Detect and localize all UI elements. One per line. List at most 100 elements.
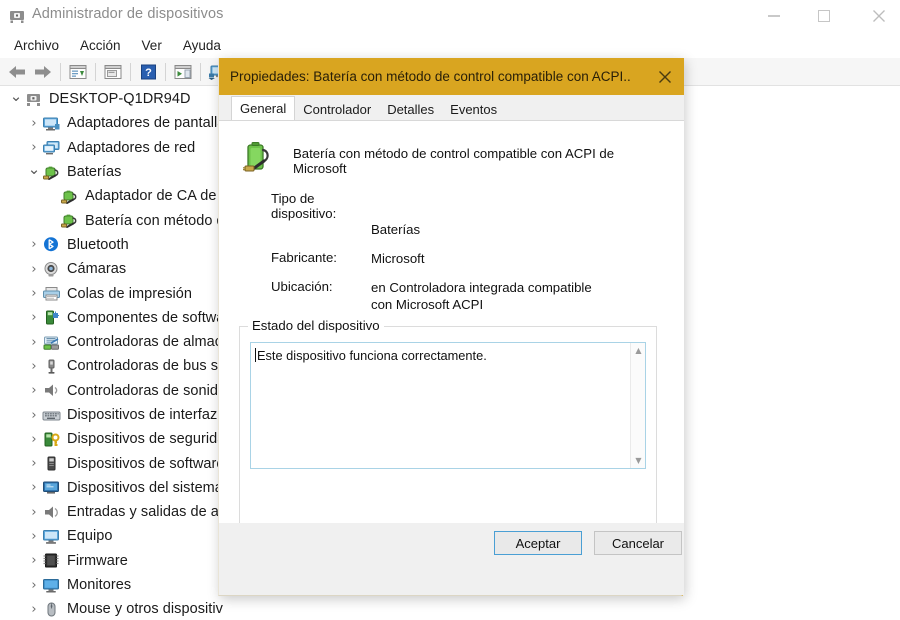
- tree-item-label: Baterías: [67, 164, 122, 181]
- info-value: en Controladora integrada compatible con…: [371, 280, 592, 312]
- battery-icon: [60, 212, 79, 229]
- tree-item-label: Firmware: [67, 552, 128, 569]
- chevron-right-icon[interactable]: ›: [26, 335, 42, 350]
- tree-item-label: Monitores: [67, 577, 132, 594]
- forward-arrow-icon: [35, 65, 51, 78]
- info-label: Ubicación:: [271, 279, 333, 294]
- chevron-right-icon[interactable]: ›: [26, 359, 42, 374]
- chevron-right-icon[interactable]: ›: [26, 140, 42, 155]
- tree-item-label: Batería con método d: [85, 212, 225, 229]
- show-hidden-devices-button[interactable]: [65, 60, 91, 84]
- properties-dialog: Propiedades: Batería con método de contr…: [218, 58, 684, 596]
- chevron-right-icon[interactable]: ›: [26, 456, 42, 471]
- chevron-right-icon[interactable]: ›: [26, 116, 42, 131]
- chevron-right-icon[interactable]: ›: [26, 383, 42, 398]
- toolbar-separator: [200, 62, 201, 81]
- bluetooth-icon: [42, 236, 61, 253]
- tab-controlador[interactable]: Controlador: [295, 98, 379, 122]
- device-status-textarea[interactable]: Este dispositivo funciona correctamente.…: [250, 342, 646, 469]
- dialog-tabstrip: General Controlador Detalles Eventos: [219, 95, 684, 122]
- cancel-button[interactable]: Cancelar: [594, 531, 682, 555]
- chevron-right-icon[interactable]: ›: [26, 432, 42, 447]
- system-device-icon: [42, 479, 61, 496]
- menu-ver[interactable]: Ver: [133, 36, 171, 55]
- chevron-right-icon[interactable]: ›: [26, 505, 42, 520]
- chevron-right-icon[interactable]: ›: [26, 480, 42, 495]
- monitor-icon: [42, 577, 61, 594]
- tree-item-label: Adaptadores de pantalla: [67, 115, 226, 132]
- properties-window-icon: [104, 64, 122, 79]
- computer-root-icon: [24, 91, 43, 108]
- tree-item-label: Dispositivos de software: [67, 455, 225, 472]
- chevron-right-icon[interactable]: ›: [26, 602, 42, 617]
- device-manager-window: Administrador de dispositivos Archivo Ac…: [0, 0, 900, 620]
- dialog-close-button[interactable]: [654, 66, 676, 88]
- status-scrollbar[interactable]: ▲ ▼: [630, 343, 645, 468]
- back-button[interactable]: [4, 60, 30, 84]
- tree-item-label: Adaptador de CA de: [85, 188, 217, 205]
- menu-archivo[interactable]: Archivo: [5, 36, 68, 55]
- tree-item-label: Dispositivos del sistema: [67, 479, 223, 496]
- minimize-button[interactable]: [751, 0, 797, 32]
- chevron-right-icon[interactable]: ›: [26, 286, 42, 301]
- back-arrow-icon: [9, 65, 25, 78]
- tree-item-label: Dispositivos de interfaz: [67, 407, 218, 423]
- help-button[interactable]: ?: [135, 60, 161, 84]
- chevron-right-icon[interactable]: ›: [26, 408, 42, 423]
- info-row-location: Ubicación: en Controladora integrada com…: [271, 279, 671, 313]
- toolbar-separator: [95, 62, 96, 81]
- mouse-icon: [42, 601, 61, 618]
- tree-item-label: Controladoras de bus se: [67, 358, 227, 375]
- scan-hardware-button[interactable]: [170, 60, 196, 84]
- security-device-icon: [42, 431, 61, 448]
- dialog-body-general: Batería con método de control compatible…: [219, 120, 684, 562]
- chevron-down-icon[interactable]: ▼: [631, 453, 646, 468]
- chevron-right-icon[interactable]: ›: [26, 262, 42, 277]
- close-icon: [873, 10, 885, 22]
- close-window-button[interactable]: [856, 0, 900, 32]
- menubar: Archivo Acción Ver Ayuda: [0, 33, 900, 58]
- tree-item-label: Equipo: [67, 528, 113, 545]
- tab-detalles[interactable]: Detalles: [379, 98, 442, 122]
- info-value: Microsoft: [371, 251, 425, 266]
- display-adapter-icon: [42, 115, 61, 132]
- tab-eventos[interactable]: Eventos: [442, 98, 505, 122]
- forward-button[interactable]: [30, 60, 56, 84]
- scan-hardware-icon: [174, 64, 192, 79]
- software-device-icon: [42, 455, 61, 472]
- dialog-title: Propiedades: Batería con método de contr…: [230, 69, 630, 84]
- show-hidden-devices-icon: [69, 64, 87, 79]
- chevron-down-icon[interactable]: ⌄: [26, 160, 42, 178]
- toolbar-separator: [130, 62, 131, 81]
- maximize-icon: [818, 10, 830, 22]
- battery-icon: [60, 188, 79, 205]
- hid-device-icon: [42, 407, 61, 424]
- minimize-icon: [768, 15, 780, 17]
- chevron-right-icon[interactable]: ›: [26, 529, 42, 544]
- tree-item-label: Controladoras de almac: [67, 334, 223, 351]
- menu-ayuda[interactable]: Ayuda: [174, 36, 230, 55]
- menu-accion[interactable]: Acción: [71, 36, 130, 55]
- dialog-titlebar: Propiedades: Batería con método de contr…: [219, 58, 684, 95]
- chevron-right-icon[interactable]: ›: [26, 578, 42, 593]
- tab-general[interactable]: General: [231, 96, 296, 122]
- window-title: Administrador de dispositivos: [32, 6, 224, 22]
- usb-controller-icon: [42, 358, 61, 375]
- tree-item-mouse-y-otros-dispositiv[interactable]: › Mouse y otros dispositiv: [0, 597, 900, 620]
- info-row-manufacturer: Fabricante: Microsoft: [271, 250, 671, 267]
- tree-item-label: Entradas y salidas de au: [67, 504, 227, 521]
- info-value: Baterías: [371, 222, 421, 237]
- maximize-button[interactable]: [801, 0, 847, 32]
- dialog-footer: Aceptar Cancelar: [219, 523, 684, 595]
- battery-icon: [42, 164, 61, 181]
- info-label: Tipo de dispositivo:: [271, 191, 337, 221]
- camera-icon: [42, 261, 61, 278]
- device-status-text: Este dispositivo funciona correctamente.: [257, 348, 487, 363]
- chevron-up-icon[interactable]: ▲: [631, 343, 646, 358]
- chevron-right-icon[interactable]: ›: [26, 553, 42, 568]
- chevron-right-icon[interactable]: ›: [26, 237, 42, 252]
- chevron-down-icon[interactable]: ⌄: [8, 87, 24, 105]
- chevron-right-icon[interactable]: ›: [26, 310, 42, 325]
- accept-button[interactable]: Aceptar: [494, 531, 582, 555]
- properties-button[interactable]: [100, 60, 126, 84]
